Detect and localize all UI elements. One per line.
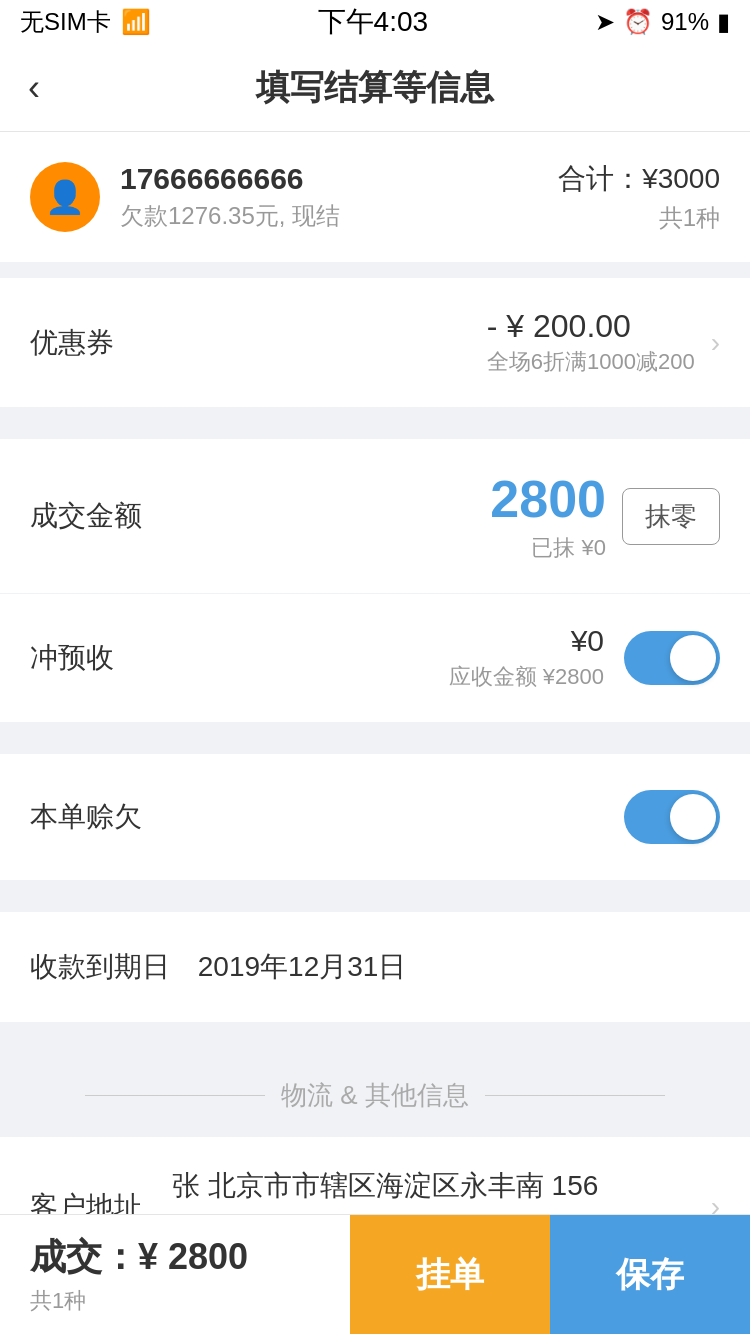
- debt-section: 本单赊欠: [0, 754, 750, 880]
- due-date-row: 收款到期日 2019年12月31日: [0, 912, 750, 1022]
- avatar: 👤: [30, 162, 100, 232]
- logistics-header: 物流 & 其他信息: [0, 1054, 750, 1137]
- due-date-section: 收款到期日 2019年12月31日: [0, 912, 750, 1022]
- status-left: 无SIM卡 📶: [20, 6, 151, 38]
- user-debt: 欠款1276.35元, 现结: [120, 200, 340, 232]
- user-phone: 17666666666: [120, 162, 340, 196]
- debt-label: 本单赊欠: [30, 798, 142, 836]
- deal-amount-row: 成交金额 2800 已抹 ¥0 抹零: [0, 439, 750, 594]
- footer-deal-label: 成交：: [30, 1236, 138, 1277]
- wifi-icon: 📶: [121, 8, 151, 36]
- status-bar: 无SIM卡 📶 下午4:03 ➤ ⏰ 91% ▮: [0, 0, 750, 44]
- nav-bar: ‹ 填写结算等信息: [0, 44, 750, 132]
- precollect-amount: ¥0: [449, 624, 604, 658]
- user-total: 合计：¥3000: [558, 160, 720, 198]
- coupon-right: - ¥ 200.00 全场6折满1000减200 ›: [487, 308, 720, 377]
- debt-row: 本单赊欠: [0, 754, 750, 880]
- divider-3: [0, 896, 750, 912]
- location-icon: ➤: [595, 8, 615, 36]
- due-date-label: 收款到期日: [30, 951, 170, 982]
- user-count: 共1种: [558, 202, 720, 234]
- round-zero-button[interactable]: 抹零: [622, 488, 720, 545]
- pend-button[interactable]: 挂单: [350, 1215, 550, 1335]
- user-info: 17666666666 欠款1276.35元, 现结: [120, 162, 340, 232]
- coupon-section: 优惠券 - ¥ 200.00 全场6折满1000减200 ›: [0, 278, 750, 407]
- divider-1: [0, 423, 750, 439]
- precollect-values: ¥0 应收金额 ¥2800: [449, 624, 604, 692]
- main-content: 👤 17666666666 欠款1276.35元, 现结 合计：¥3000 共1…: [0, 132, 750, 1334]
- logistics-line-left: [85, 1095, 265, 1096]
- precollect-toggle[interactable]: [624, 631, 720, 685]
- footer: 成交：¥ 2800 共1种 挂单 保存: [0, 1214, 750, 1334]
- precollect-row: 冲预收 ¥0 应收金额 ¥2800: [0, 594, 750, 722]
- sim-label: 无SIM卡: [20, 6, 111, 38]
- coupon-label: 优惠券: [30, 324, 114, 362]
- battery-label: 91%: [661, 8, 709, 36]
- debt-toggle[interactable]: [624, 790, 720, 844]
- footer-deal: 成交：¥ 2800: [30, 1233, 320, 1282]
- deal-amount-right: 2800 已抹 ¥0 抹零: [490, 469, 720, 563]
- chevron-right-icon: ›: [711, 327, 720, 359]
- battery-icon: ▮: [717, 8, 730, 36]
- debt-toggle-knob: [670, 794, 716, 840]
- page-title: 填写结算等信息: [256, 65, 494, 111]
- logistics-line-right: [485, 1095, 665, 1096]
- already-rounded: 已抹 ¥0: [490, 533, 606, 563]
- user-left: 👤 17666666666 欠款1276.35元, 现结: [30, 162, 340, 232]
- deal-amount-label: 成交金额: [30, 497, 142, 535]
- coupon-row[interactable]: 优惠券 - ¥ 200.00 全场6折满1000减200 ›: [0, 278, 750, 407]
- precollect-label: 冲预收: [30, 639, 114, 677]
- footer-count: 共1种: [30, 1286, 320, 1316]
- avatar-icon: 👤: [45, 178, 85, 216]
- user-card: 👤 17666666666 欠款1276.35元, 现结 合计：¥3000 共1…: [0, 132, 750, 262]
- user-right: 合计：¥3000 共1种: [558, 160, 720, 234]
- toggle-knob: [670, 635, 716, 681]
- save-button[interactable]: 保存: [550, 1215, 750, 1335]
- coupon-value: - ¥ 200.00: [487, 308, 695, 345]
- logistics-title: 物流 & 其他信息: [281, 1078, 469, 1113]
- precollect-sub: 应收金额 ¥2800: [449, 662, 604, 692]
- footer-deal-amount: ¥ 2800: [138, 1236, 248, 1277]
- status-right: ➤ ⏰ 91% ▮: [595, 8, 730, 36]
- alarm-icon: ⏰: [623, 8, 653, 36]
- coupon-values: - ¥ 200.00 全场6折满1000减200: [487, 308, 695, 377]
- divider-4: [0, 1038, 750, 1054]
- back-button[interactable]: ‹: [28, 67, 40, 109]
- precollect-right: ¥0 应收金额 ¥2800: [449, 624, 720, 692]
- deal-amount-section: 成交金额 2800 已抹 ¥0 抹零 冲预收 ¥0 应收金额 ¥2800: [0, 439, 750, 722]
- status-time: 下午4:03: [318, 3, 429, 41]
- deal-amount-values: 2800 已抹 ¥0: [490, 469, 606, 563]
- due-date-value: 2019年12月31日: [198, 951, 407, 982]
- footer-info: 成交：¥ 2800 共1种: [0, 1233, 350, 1316]
- coupon-detail: 全场6折满1000减200: [487, 347, 695, 377]
- divider-2: [0, 738, 750, 754]
- deal-amount-value: 2800: [490, 470, 606, 528]
